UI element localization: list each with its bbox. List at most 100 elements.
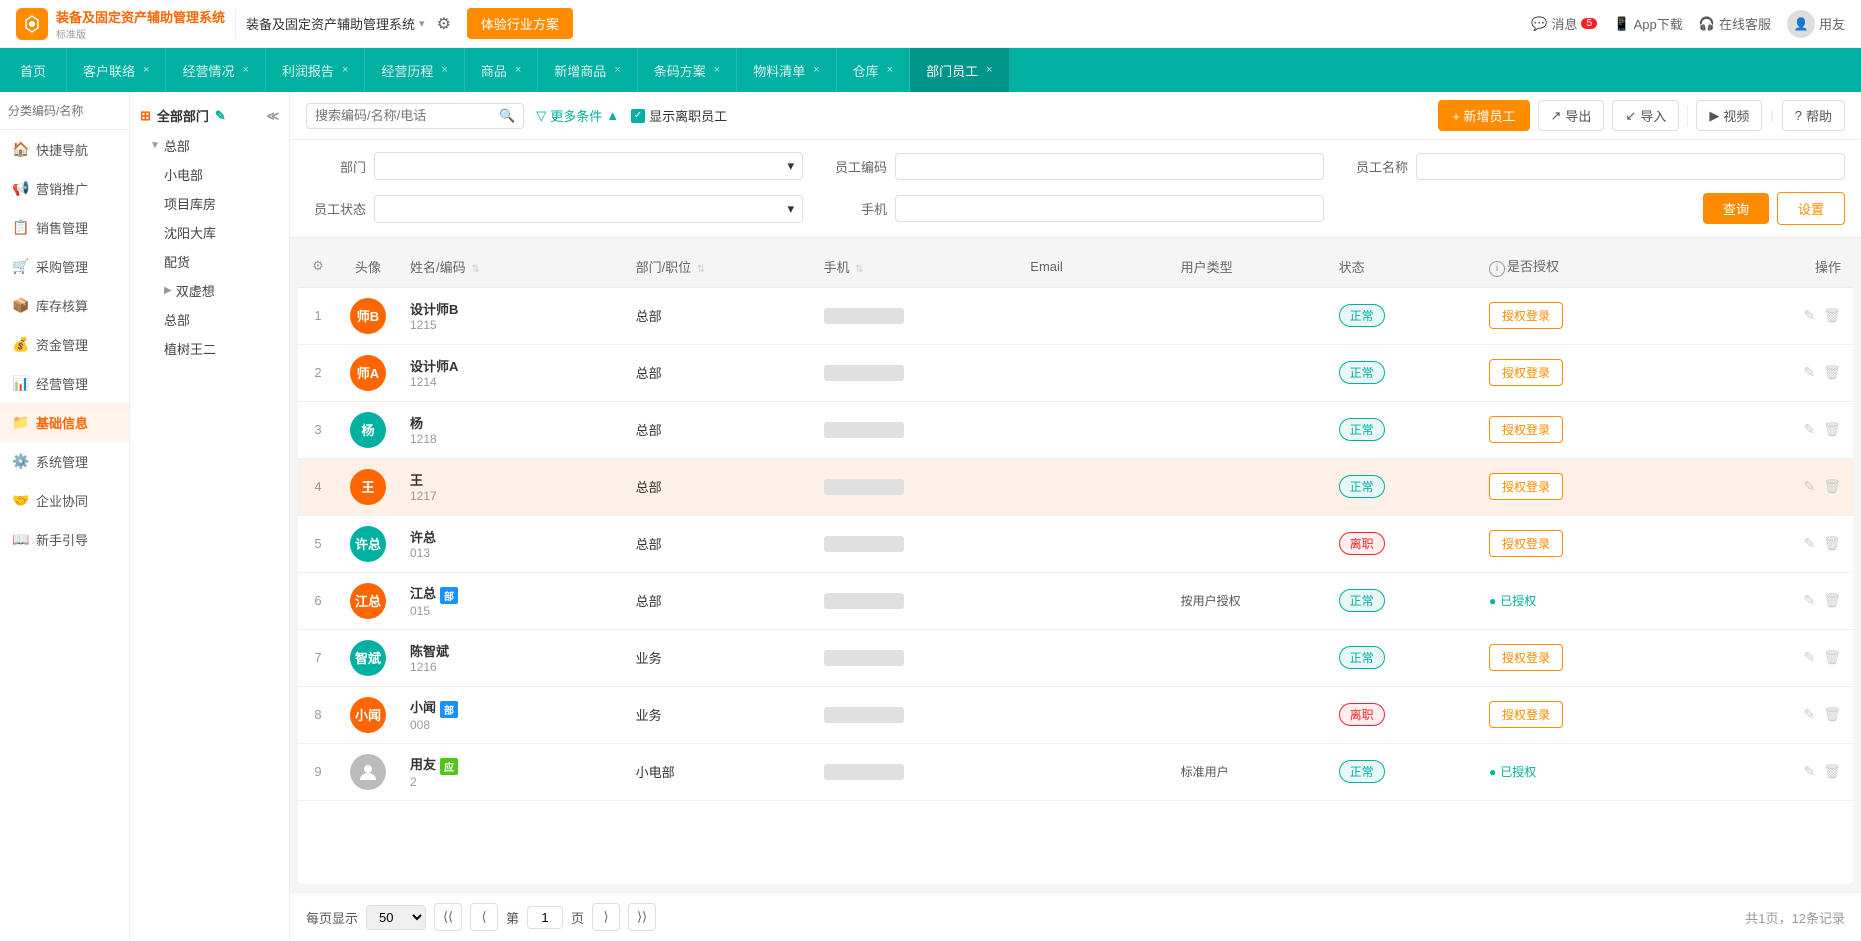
sidebar-item-marketing[interactable]: 📢 营销推广 xyxy=(0,169,129,208)
tree-item-peihuo[interactable]: 配货 xyxy=(156,247,289,276)
edit-icon[interactable]: ✎ xyxy=(1803,763,1815,780)
tab-operation[interactable]: 经营情况× xyxy=(166,48,265,92)
authorize-btn[interactable]: 授权登录 xyxy=(1489,530,1563,557)
filter-empname-input[interactable] xyxy=(1416,153,1845,180)
tab-profit-close[interactable]: × xyxy=(342,64,348,76)
col-settings[interactable]: ⚙ xyxy=(298,246,338,287)
filter-phone-input[interactable] xyxy=(895,195,1324,222)
filter-more-btn[interactable]: ▽ 更多条件 ▲ xyxy=(536,106,619,125)
delete-icon[interactable]: 🗑 xyxy=(1823,535,1841,552)
tab-warehouse[interactable]: 仓库× xyxy=(837,48,910,92)
first-page-btn[interactable]: ⟨⟨ xyxy=(434,903,462,931)
tab-warehouse-close[interactable]: × xyxy=(887,64,893,76)
authorize-btn[interactable]: 授权登录 xyxy=(1489,416,1563,443)
app-download-btn[interactable]: 📱 App下载 xyxy=(1613,14,1682,33)
col-dept[interactable]: 部门/职位 ⇅ xyxy=(624,246,812,287)
tab-history-close[interactable]: × xyxy=(441,64,447,76)
authorize-btn[interactable]: 授权登录 xyxy=(1489,644,1563,671)
sidebar-item-system[interactable]: ⚙️ 系统管理 xyxy=(0,442,129,481)
tree-item-shuangxu[interactable]: ▶ 双虚想 xyxy=(156,276,289,305)
sidebar-item-operations[interactable]: 📊 经营管理 xyxy=(0,364,129,403)
sidebar-item-basics[interactable]: 📁 基础信息 xyxy=(0,403,129,442)
tree-item-zongbu-sub[interactable]: 总部 xyxy=(156,305,289,334)
edit-icon[interactable]: ✎ xyxy=(1803,649,1815,666)
help-btn[interactable]: ? 帮助 xyxy=(1782,100,1845,131)
sidebar-item-sales[interactable]: 📋 销售管理 xyxy=(0,208,129,247)
tab-bom[interactable]: 物料清单× xyxy=(737,48,836,92)
search-input[interactable] xyxy=(315,108,495,123)
tree-item-shenyang[interactable]: 沈阳大库 xyxy=(156,218,289,247)
tab-operation-close[interactable]: × xyxy=(242,64,248,76)
next-page-btn[interactable]: ⟩ xyxy=(592,903,620,931)
tab-barcode[interactable]: 条码方案× xyxy=(638,48,737,92)
delete-icon[interactable]: 🗑 xyxy=(1823,307,1841,324)
tab-dept-staff[interactable]: 部门员工× xyxy=(910,48,1009,92)
sidebar-item-finance[interactable]: 💰 资金管理 xyxy=(0,325,129,364)
edit-icon[interactable]: ✎ xyxy=(1803,307,1815,324)
gear-settings-icon[interactable]: ⚙ xyxy=(437,14,451,34)
edit-icon[interactable]: ✎ xyxy=(1803,535,1815,552)
filter-dept-select[interactable]: ▾ xyxy=(374,152,803,180)
tab-profit[interactable]: 利润报告× xyxy=(266,48,365,92)
tree-item-zongbu[interactable]: ▼ 总部 xyxy=(140,131,289,160)
tab-bom-close[interactable]: × xyxy=(813,64,819,76)
video-btn[interactable]: ▶ 视频 xyxy=(1696,100,1762,131)
sidebar-item-collab[interactable]: 🤝 企业协同 xyxy=(0,481,129,520)
delete-icon[interactable]: 🗑 xyxy=(1823,649,1841,666)
query-btn[interactable]: 查询 xyxy=(1703,193,1769,224)
tree-collapse-icon[interactable]: ≪ xyxy=(266,109,279,123)
edit-icon[interactable]: ✎ xyxy=(1803,478,1815,495)
tree-item-zhishu[interactable]: 植树王二 xyxy=(156,334,289,363)
tab-dept-staff-close[interactable]: × xyxy=(986,64,992,76)
authorize-btn[interactable]: 授权登录 xyxy=(1489,473,1563,500)
pagesize-select[interactable]: 50 20 100 xyxy=(366,905,426,930)
tree-edit-icon[interactable]: ✎ xyxy=(215,108,226,124)
show-resigned-toggle[interactable]: ✓ 显示离职员工 xyxy=(631,106,727,125)
sidebar-item-inventory[interactable]: 📦 库存核算 xyxy=(0,286,129,325)
tree-item-xiaodian[interactable]: 小电部 xyxy=(156,160,289,189)
delete-icon[interactable]: 🗑 xyxy=(1823,592,1841,609)
tab-customer-close[interactable]: × xyxy=(143,64,149,76)
tab-new-goods[interactable]: 新增商品× xyxy=(538,48,637,92)
sidebar-item-purchase[interactable]: 🛒 采购管理 xyxy=(0,247,129,286)
sidebar-item-guide[interactable]: 📖 新手引导 xyxy=(0,520,129,559)
tab-goods[interactable]: 商品× xyxy=(465,48,538,92)
delete-icon[interactable]: 🗑 xyxy=(1823,421,1841,438)
tab-goods-close[interactable]: × xyxy=(515,64,521,76)
message-btn[interactable]: 💬 消息 5 xyxy=(1531,14,1597,33)
tab-barcode-close[interactable]: × xyxy=(714,64,720,76)
edit-icon[interactable]: ✎ xyxy=(1803,364,1815,381)
edit-icon[interactable]: ✎ xyxy=(1803,421,1815,438)
authorize-btn[interactable]: 授权登录 xyxy=(1489,359,1563,386)
tab-home[interactable]: 首页 xyxy=(0,48,67,92)
set-btn[interactable]: 设置 xyxy=(1777,192,1845,225)
last-page-btn[interactable]: ⟩⟩ xyxy=(628,903,656,931)
tab-history[interactable]: 经营历程× xyxy=(365,48,464,92)
add-employee-btn[interactable]: + 新增员工 xyxy=(1438,100,1529,131)
system-title-dropdown[interactable]: ▾ xyxy=(419,17,425,30)
tab-new-goods-close[interactable]: × xyxy=(614,64,620,76)
col-phone[interactable]: 手机 ⇅ xyxy=(812,246,1019,287)
authorize-btn[interactable]: 授权登录 xyxy=(1489,302,1563,329)
delete-icon[interactable]: 🗑 xyxy=(1823,763,1841,780)
import-btn[interactable]: ↙ 导入 xyxy=(1612,100,1679,131)
filter-status-select[interactable]: ▾ xyxy=(374,195,803,223)
delete-icon[interactable]: 🗑 xyxy=(1823,478,1841,495)
resigned-checkbox[interactable]: ✓ xyxy=(631,109,645,123)
sidebar-item-quicknav[interactable]: 🏠 快捷导航 xyxy=(0,130,129,169)
online-service-btn[interactable]: 🎧 在线客服 xyxy=(1699,14,1771,33)
col-name[interactable]: 姓名/编码 ⇅ xyxy=(398,246,624,287)
tree-item-xiangmu[interactable]: 项目库房 xyxy=(156,189,289,218)
tab-customer[interactable]: 客户联络× xyxy=(67,48,166,92)
filter-empcode-input[interactable] xyxy=(895,153,1324,180)
page-input[interactable] xyxy=(527,906,563,929)
edit-icon[interactable]: ✎ xyxy=(1803,592,1815,609)
user-avatar[interactable]: 👤 用友 xyxy=(1787,10,1845,38)
experience-btn[interactable]: 体验行业方案 xyxy=(467,8,573,39)
delete-icon[interactable]: 🗑 xyxy=(1823,364,1841,381)
sidebar-search-input[interactable] xyxy=(8,104,130,118)
edit-icon[interactable]: ✎ xyxy=(1803,706,1815,723)
prev-page-btn[interactable]: ⟨ xyxy=(470,903,498,931)
delete-icon[interactable]: 🗑 xyxy=(1823,706,1841,723)
authorize-btn[interactable]: 授权登录 xyxy=(1489,701,1563,728)
